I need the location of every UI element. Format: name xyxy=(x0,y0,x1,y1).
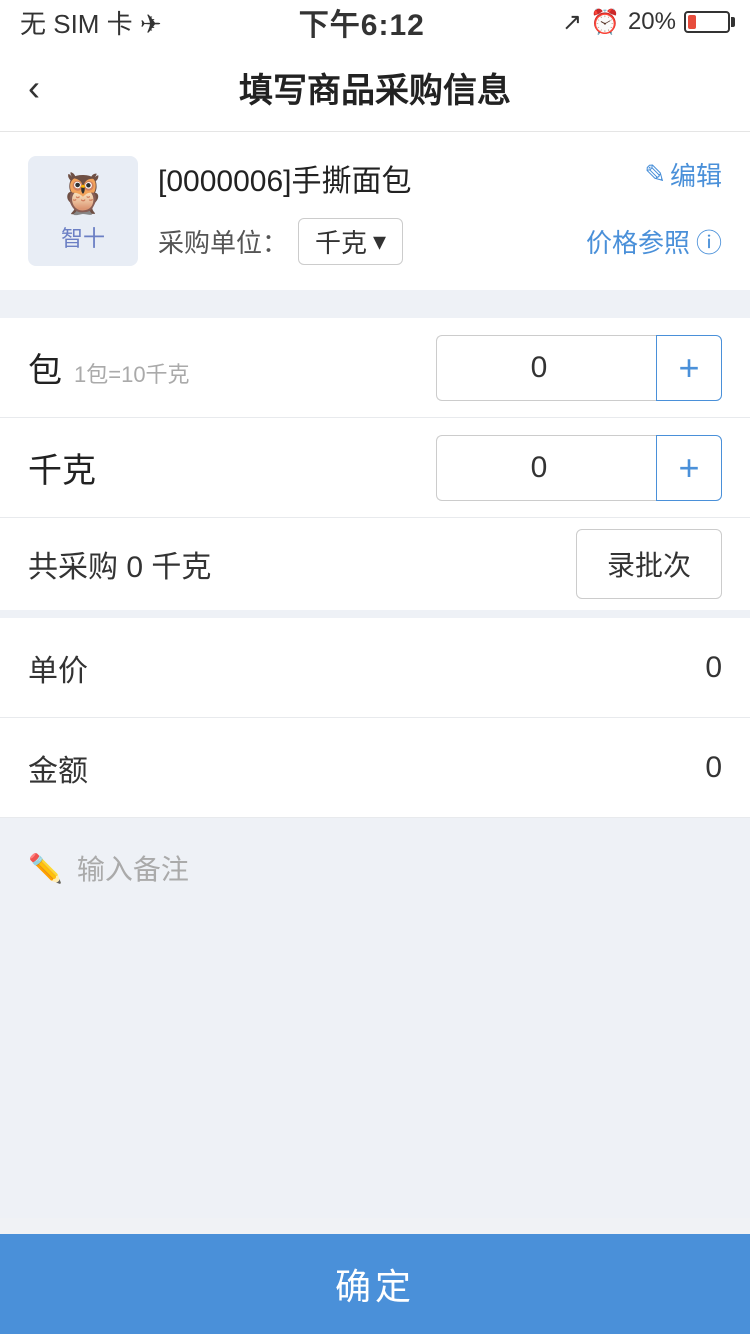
batch-button[interactable]: 录批次 xyxy=(576,529,722,599)
product-info: [0000006]手撕面包 ✎ 编辑 采购单位： 千克 ▾ 价格参照 ⓘ xyxy=(158,156,722,265)
product-top-row: [0000006]手撕面包 ✎ 编辑 xyxy=(158,156,722,200)
remark-placeholder: 输入备注 xyxy=(77,848,189,888)
fill-area xyxy=(0,918,750,1218)
owl-icon: 🦉 xyxy=(58,170,108,217)
bao-label: 包 1包=10千克 xyxy=(28,343,190,392)
status-bar-left: 无 SIM 卡 ✈ xyxy=(20,4,162,41)
battery-icon xyxy=(684,11,730,33)
status-bar: 无 SIM 卡 ✈ 下午6:12 ↗ ⏰ 20% xyxy=(0,0,750,44)
unit-price-value: 0 xyxy=(705,651,722,685)
section-separator-1 xyxy=(0,298,750,318)
page-title: 填写商品采购信息 xyxy=(239,63,511,112)
amount-value: 0 xyxy=(705,751,722,785)
sim-status: 无 SIM 卡 ✈ xyxy=(20,4,162,41)
unit-value: 千克 xyxy=(315,223,367,260)
product-card: 🦉 智十 [0000006]手撕面包 ✎ 编辑 采购单位： 千克 ▾ xyxy=(0,132,750,298)
edit-icon: ✎ xyxy=(644,159,666,190)
back-button[interactable]: ‹ xyxy=(28,67,40,109)
bao-quantity-input[interactable] xyxy=(436,335,656,401)
bao-sub-text: 1包=10千克 xyxy=(74,357,190,389)
product-name: [0000006]手撕面包 xyxy=(158,156,411,200)
remark-section[interactable]: ✏️ 输入备注 xyxy=(0,818,750,918)
unit-price-label: 单价 xyxy=(28,646,88,690)
edit-label: 编辑 xyxy=(670,156,722,193)
bao-input-right: + xyxy=(436,335,722,401)
battery-pct: 20% xyxy=(628,8,676,36)
amount-label: 金额 xyxy=(28,746,88,790)
kg-input-right: + xyxy=(436,435,722,501)
unit-dropdown[interactable]: 千克 ▾ xyxy=(298,218,403,265)
chevron-down-icon: ▾ xyxy=(373,226,386,257)
status-bar-right: ↗ ⏰ 20% xyxy=(562,8,730,37)
bao-input-row: 包 1包=10千克 + xyxy=(0,318,750,418)
kg-label-text: 千克 xyxy=(28,443,96,492)
total-row: 共采购 0 千克 录批次 xyxy=(0,518,750,618)
price-section: 单价 0 金额 0 xyxy=(0,618,750,818)
bao-plus-button[interactable]: + xyxy=(656,335,722,401)
bao-label-text: 包 xyxy=(28,343,62,392)
unit-price-row: 单价 0 xyxy=(0,618,750,718)
edit-button[interactable]: ✎ 编辑 xyxy=(644,156,722,193)
amount-row: 金额 0 xyxy=(0,718,750,818)
pencil-icon: ✏️ xyxy=(28,852,63,885)
kg-plus-button[interactable]: + xyxy=(656,435,722,501)
status-bar-time: 下午6:12 xyxy=(299,0,425,44)
price-ref-label: 价格参照 xyxy=(586,223,690,260)
alarm-icon: ⏰ xyxy=(590,8,620,37)
product-image: 🦉 智十 xyxy=(28,156,138,266)
total-text: 共采购 0 千克 xyxy=(28,542,211,586)
price-ref-button[interactable]: 价格参照 ⓘ xyxy=(586,223,722,260)
unit-prefix-label: 采购单位： xyxy=(158,223,288,260)
kg-label: 千克 xyxy=(28,443,96,492)
battery-fill xyxy=(688,15,696,29)
unit-row: 采购单位： 千克 ▾ xyxy=(158,218,403,265)
kg-input-row: 千克 + xyxy=(0,418,750,518)
brand-text: 智十 xyxy=(61,221,105,253)
kg-quantity-input[interactable] xyxy=(436,435,656,501)
location-icon: ↗ xyxy=(562,8,582,37)
nav-bar: ‹ 填写商品采购信息 xyxy=(0,44,750,132)
input-section: 包 1包=10千克 + 千克 + 共采购 0 千克 录批次 xyxy=(0,318,750,618)
product-bottom-row: 采购单位： 千克 ▾ 价格参照 ⓘ xyxy=(158,218,722,265)
main-wrapper: 无 SIM 卡 ✈ 下午6:12 ↗ ⏰ 20% ‹ 填写商品采购信息 🦉 智十… xyxy=(0,0,750,1334)
confirm-button[interactable]: 确定 xyxy=(0,1234,750,1334)
info-icon: ⓘ xyxy=(696,223,722,260)
